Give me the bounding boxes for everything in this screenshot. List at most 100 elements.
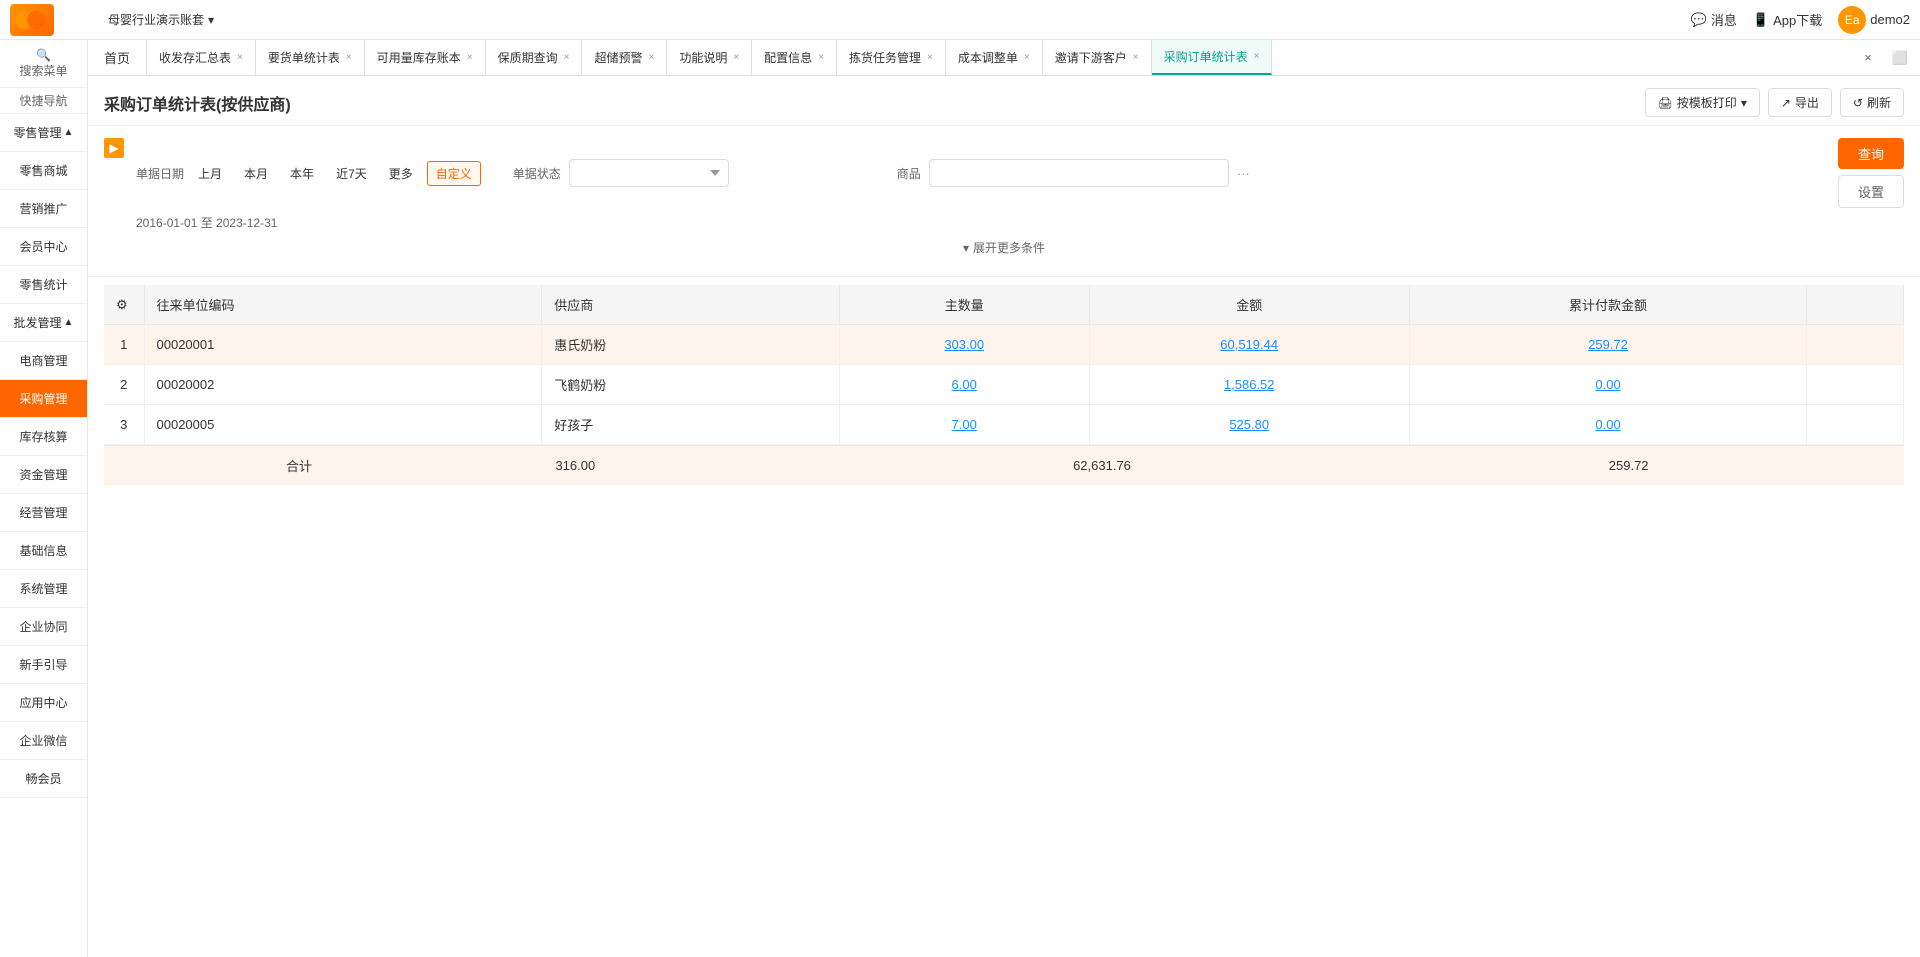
sidebar-item-system[interactable]: 系统管理 (0, 570, 87, 608)
user-profile[interactable]: Ea demo2 (1838, 6, 1910, 34)
table-row[interactable]: 3 00020005 好孩子 7.00 525.80 0.00 (104, 405, 1904, 445)
tab-purchase-order-stats[interactable]: 采购订单统计表 × (1152, 40, 1273, 75)
sidebar-item-enterprise[interactable]: 企业协同 (0, 608, 87, 646)
sidebar-item-wechat[interactable]: 企业微信 (0, 722, 87, 760)
sidebar-item-wholesale[interactable]: 批发管理▲ (0, 304, 87, 342)
cell-code: 00020002 (144, 365, 542, 405)
tab-func-desc[interactable]: 功能说明 × (667, 40, 752, 75)
tab-receive-send[interactable]: 收发存汇总表 × (147, 40, 256, 75)
cell-code: 00020005 (144, 405, 542, 445)
date-btn-last-month[interactable]: 上月 (190, 161, 230, 186)
tab-pick-task[interactable]: 拣货任务管理 × (837, 40, 946, 75)
filter-toggle-btn[interactable]: ▶ (104, 138, 124, 158)
tab-purchase-stats[interactable]: 要货单统计表 × (256, 40, 365, 75)
logo-icon: 标签 (10, 4, 54, 36)
sidebar-item-retail-shop[interactable]: 零售商城 (0, 152, 87, 190)
tab-cost-adjust[interactable]: 成本调整单 × (946, 40, 1043, 75)
tab-invite-customer[interactable]: 邀请下游客户 × (1043, 40, 1152, 75)
date-filter-group: 单据日期 上月 本月 本年 近7天 更多 自 (136, 161, 481, 186)
export-btn[interactable]: ↗ 导出 (1768, 88, 1832, 117)
tab-close-warranty[interactable]: × (564, 52, 570, 63)
tab-warranty[interactable]: 保质期查询 × (486, 40, 583, 75)
tab-close-pick-task[interactable]: × (927, 52, 933, 63)
tab-available-stock[interactable]: 可用量库存账本 × (365, 40, 486, 75)
sidebar-item-vip[interactable]: 畅会员 (0, 760, 87, 798)
print-btn[interactable]: 🖨 按模板打印 ▾ (1645, 88, 1760, 117)
sidebar-item-retail-manage[interactable]: 零售管理▲ (0, 114, 87, 152)
cell-paid[interactable]: 259.72 (1409, 325, 1807, 365)
cell-supplier: 飞鹤奶粉 (542, 365, 839, 405)
date-btn-7days[interactable]: 近7天 (328, 161, 375, 186)
cell-qty[interactable]: 6.00 (839, 365, 1089, 405)
tab-bar: 首页 收发存汇总表 × 要货单统计表 × 可用量库存账本 × 保质期查询 × (88, 40, 1920, 76)
export-icon: ↗ (1781, 96, 1791, 110)
tab-close-purchase-order-stats[interactable]: × (1254, 51, 1260, 62)
table-row[interactable]: 2 00020002 飞鹤奶粉 6.00 1,586.52 0.00 (104, 365, 1904, 405)
th-paid: 累计付款金额 (1409, 285, 1807, 325)
cell-paid[interactable]: 0.00 (1409, 405, 1807, 445)
sidebar-item-marketing[interactable]: 营销推广 (0, 190, 87, 228)
th-supplier: 供应商 (542, 285, 839, 325)
date-btn-custom[interactable]: 自定义 (427, 161, 481, 186)
logo-area: 标签 (10, 4, 98, 36)
cell-code: 00020001 (144, 325, 542, 365)
sidebar-item-inventory[interactable]: 库存核算 (0, 418, 87, 456)
settings-btn[interactable]: 设置 (1838, 175, 1904, 208)
tab-config[interactable]: 配置信息 × (752, 40, 837, 75)
sidebar-item-guide[interactable]: 新手引导 (0, 646, 87, 684)
expand-conditions-btn[interactable]: ▾ 展开更多条件 (951, 235, 1057, 260)
sidebar-item-app-center[interactable]: 应用中心 (0, 684, 87, 722)
close-all-tabs-btn[interactable]: × (1856, 46, 1880, 70)
sidebar-item-basic-info[interactable]: 基础信息 (0, 532, 87, 570)
refresh-btn[interactable]: ↺ 刷新 (1840, 88, 1904, 117)
goods-input[interactable] (929, 159, 1229, 187)
avatar: Ea (1838, 6, 1866, 34)
th-extra (1807, 285, 1904, 325)
sidebar-item-finance[interactable]: 资金管理 (0, 456, 87, 494)
tab-close-func-desc[interactable]: × (733, 52, 739, 63)
settings-icon[interactable]: ⚙ (116, 297, 128, 312)
date-btn-this-year[interactable]: 本年 (282, 161, 322, 186)
sidebar-item-operations[interactable]: 经营管理 (0, 494, 87, 532)
cell-extra (1807, 365, 1904, 405)
cell-num: 1 (104, 325, 144, 365)
status-select[interactable] (569, 159, 729, 187)
svg-text:标签: 标签 (23, 30, 41, 34)
footer-qty: 316.00 (312, 458, 839, 473)
sidebar-item-retail-stats[interactable]: 零售统计 (0, 266, 87, 304)
print-dropdown-icon: ▾ (1741, 96, 1747, 110)
sidebar-quick-nav[interactable]: 快捷导航 (0, 88, 87, 114)
cell-amount[interactable]: 1,586.52 (1089, 365, 1409, 405)
tab-close-cost-adjust[interactable]: × (1024, 52, 1030, 63)
query-btn[interactable]: 查询 (1838, 138, 1904, 169)
company-name: 母婴行业演示账套 (108, 11, 204, 28)
app-download-btn[interactable]: 📱 App下载 (1753, 10, 1822, 29)
cell-amount[interactable]: 60,519.44 (1089, 325, 1409, 365)
tab-close-overstock[interactable]: × (648, 52, 654, 63)
tab-close-purchase-stats[interactable]: × (346, 52, 352, 63)
printer-icon: 🖨 (1658, 96, 1673, 110)
th-qty: 主数量 (839, 285, 1089, 325)
cell-qty[interactable]: 303.00 (839, 325, 1089, 365)
message-btn[interactable]: 💬 消息 (1691, 10, 1737, 29)
cell-amount[interactable]: 525.80 (1089, 405, 1409, 445)
tab-close-invite-customer[interactable]: × (1133, 52, 1139, 63)
table-row[interactable]: 1 00020001 惠氏奶粉 303.00 60,519.44 259.72 (104, 325, 1904, 365)
footer-paid: 259.72 (1365, 458, 1892, 473)
tab-overstock[interactable]: 超储预警 × (582, 40, 667, 75)
goods-label: 商品 (897, 165, 921, 182)
tab-home[interactable]: 首页 (88, 40, 147, 75)
company-selector[interactable]: 母婴行业演示账套 ▾ (98, 11, 1691, 28)
sidebar-search[interactable]: 🔍 搜索菜单 (0, 40, 87, 88)
date-btn-more[interactable]: 更多 (381, 161, 421, 186)
date-btn-this-month[interactable]: 本月 (236, 161, 276, 186)
sidebar-item-purchase[interactable]: 采购管理 (0, 380, 87, 418)
tab-close-config[interactable]: × (818, 52, 824, 63)
sidebar-item-members[interactable]: 会员中心 (0, 228, 87, 266)
tab-close-available-stock[interactable]: × (467, 52, 473, 63)
maximize-btn[interactable]: ⬜ (1888, 46, 1912, 70)
tab-close-receive-send[interactable]: × (237, 52, 243, 63)
sidebar-item-ecommerce[interactable]: 电商管理 (0, 342, 87, 380)
cell-paid[interactable]: 0.00 (1409, 365, 1807, 405)
cell-qty[interactable]: 7.00 (839, 405, 1089, 445)
